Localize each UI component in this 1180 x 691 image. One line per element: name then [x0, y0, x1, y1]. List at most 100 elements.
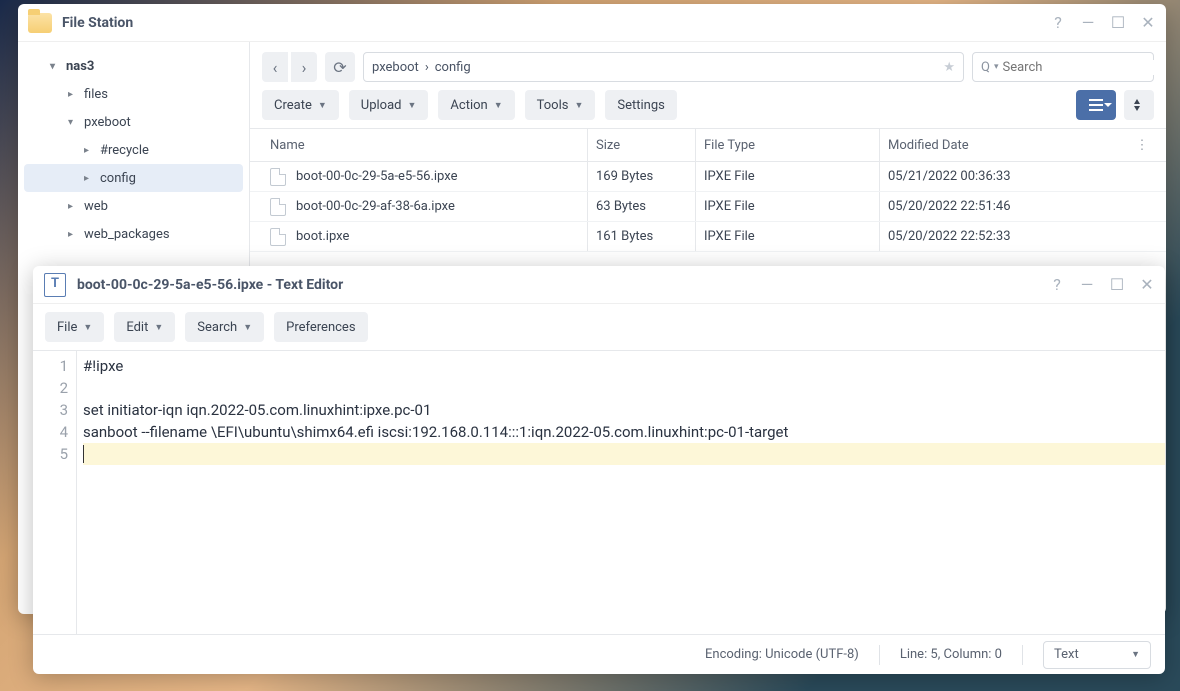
col-file-type[interactable]: File Type — [696, 129, 880, 161]
file-size: 169 Bytes — [588, 162, 696, 191]
btn-label: Create — [274, 98, 312, 113]
tree-item-web-packages[interactable]: ▸web_packages — [18, 220, 249, 248]
preferences-button[interactable]: Preferences — [274, 312, 367, 342]
folder-icon — [28, 11, 52, 35]
text-editor-icon — [43, 273, 67, 297]
list-icon — [1089, 99, 1103, 111]
edit-menu[interactable]: Edit▼ — [114, 312, 175, 342]
close-icon[interactable]: ✕ — [1140, 15, 1156, 31]
tree-item-files[interactable]: ▸files — [18, 80, 249, 108]
caret-down-icon: ▼ — [494, 100, 503, 111]
menu-label: Search — [197, 320, 237, 335]
file-name: boot-00-0c-29-5a-e5-56.ipxe — [296, 169, 457, 184]
menu-label: Preferences — [286, 320, 355, 335]
tree-root-label: nas3 — [66, 59, 94, 74]
search-icon: Q — [981, 60, 990, 75]
search-input[interactable] — [1002, 60, 1166, 75]
btn-label: Settings — [617, 98, 664, 113]
tree-item-config[interactable]: ▸config — [24, 164, 243, 192]
editor[interactable]: 12345 #!ipxe set initiator-iqn iqn.2022-0… — [33, 350, 1165, 634]
table-row[interactable]: boot-00-0c-29-5a-e5-56.ipxe 169 BytesIPXE… — [250, 162, 1166, 192]
close-icon[interactable]: ✕ — [1139, 277, 1155, 293]
search-menu[interactable]: Search ▼ — [185, 312, 264, 342]
breadcrumb-segment[interactable]: config — [435, 60, 471, 75]
file-icon — [270, 198, 286, 216]
tree-item-web[interactable]: ▸web — [18, 192, 249, 220]
tree-item-pxeboot[interactable]: ▾pxeboot — [18, 108, 249, 136]
btn-label: Tools — [537, 98, 569, 113]
file-type: IPXE File — [696, 192, 880, 221]
mode-label: Text — [1054, 647, 1079, 662]
reload-button[interactable]: ⟳ — [325, 52, 355, 82]
btn-label: Upload — [361, 98, 402, 113]
text-cursor — [83, 445, 84, 463]
tree-label: config — [100, 171, 136, 186]
help-icon[interactable]: ? — [1050, 15, 1066, 31]
code-line[interactable] — [83, 443, 1165, 465]
breadcrumb-segment[interactable]: pxeboot — [372, 60, 419, 75]
col-size[interactable]: Size — [588, 129, 696, 161]
minimize-icon[interactable]: — — [1079, 277, 1095, 293]
syntax-mode-select[interactable]: Text ▼ — [1043, 641, 1151, 669]
action-button[interactable]: Action ▼ — [438, 90, 514, 120]
code-line[interactable] — [83, 377, 1165, 399]
settings-button[interactable]: Settings — [605, 90, 676, 120]
table-row[interactable]: boot-00-0c-29-af-38-6a.ipxe63 BytesIPXE … — [250, 192, 1166, 222]
star-icon[interactable]: ★ — [943, 60, 955, 75]
te-title: boot-00-0c-29-5a-e5-56.ipxe - Text Edito… — [77, 277, 1049, 293]
btn-label: Action — [450, 98, 487, 113]
caret-down-icon: ▼ — [1131, 649, 1140, 660]
file-type: IPXE File — [696, 162, 880, 191]
code-line[interactable]: #!ipxe — [83, 355, 1165, 377]
tree-label: web — [84, 199, 108, 214]
tree-root[interactable]: ▾ nas3 — [18, 52, 249, 80]
breadcrumb-sep: › — [425, 60, 429, 75]
column-options-icon[interactable]: ⋮ — [1130, 138, 1154, 153]
separator — [1022, 645, 1023, 665]
maximize-icon[interactable]: ☐ — [1109, 277, 1125, 293]
caret-down-icon: ▼ — [83, 322, 92, 333]
file-modified: 05/20/2022 22:51:46 — [880, 199, 1130, 214]
line-number-gutter: 12345 — [33, 351, 77, 634]
file-list: boot-00-0c-29-5a-e5-56.ipxe169 BytesIPXE… — [250, 162, 1166, 252]
file-name: boot-00-0c-29-af-38-6a.ipxe — [296, 199, 455, 214]
menu-label: File — [57, 320, 77, 335]
status-bar: Encoding: Unicode (UTF-8) Line: 5, Colum… — [33, 634, 1165, 674]
code-line[interactable]: set initiator-iqn iqn.2022-05.com.linuxh… — [83, 399, 1165, 421]
search-box[interactable]: Q▾ — [972, 52, 1154, 82]
nav-forward-button[interactable]: › — [291, 52, 317, 82]
col-name[interactable]: Name — [262, 129, 588, 161]
table-header: Name Size File Type Modified Date ⋮ — [250, 128, 1166, 162]
sort-icon — [1131, 97, 1147, 113]
col-modified-date[interactable]: Modified Date — [880, 138, 1130, 153]
file-type: IPXE File — [696, 222, 880, 251]
sort-button[interactable] — [1124, 90, 1154, 120]
te-titlebar: boot-00-0c-29-5a-e5-56.ipxe - Text Edito… — [33, 266, 1165, 304]
maximize-icon[interactable]: ☐ — [1110, 15, 1126, 31]
tree-label: web_packages — [84, 227, 170, 242]
minimize-icon[interactable]: — — [1080, 15, 1096, 31]
search-caret-icon[interactable]: ▾ — [994, 62, 999, 72]
caret-down-icon: ▼ — [243, 322, 252, 333]
code-line[interactable]: sanboot --filename \EFI\ubuntu\shimx64.e… — [83, 421, 1165, 443]
tools-button[interactable]: Tools▼ — [525, 90, 596, 120]
menu-label: Edit — [126, 320, 148, 335]
tree-item-recycle[interactable]: ▸#recycle — [18, 136, 249, 164]
tree-label: pxeboot — [84, 115, 131, 130]
file-icon — [270, 228, 286, 246]
create-button[interactable]: Create▼ — [262, 90, 339, 120]
separator — [879, 645, 880, 665]
encoding-label: Encoding: Unicode (UTF-8) — [705, 647, 859, 662]
upload-button[interactable]: Upload▼ — [349, 90, 429, 120]
table-row[interactable]: boot.ipxe161 BytesIPXE File05/20/2022 22… — [250, 222, 1166, 252]
nav-back-button[interactable]: ‹ — [262, 52, 288, 82]
fs-titlebar: File Station ? — ☐ ✕ — [18, 4, 1166, 42]
tree-label: #recycle — [100, 143, 149, 158]
code-area[interactable]: #!ipxe set initiator-iqn iqn.2022-05.com.… — [77, 351, 1165, 634]
file-menu[interactable]: File ▼ — [45, 312, 104, 342]
help-icon[interactable]: ? — [1049, 277, 1065, 293]
caret-down-icon: ▾ — [50, 61, 60, 72]
text-editor-window: boot-00-0c-29-5a-e5-56.ipxe - Text Edito… — [33, 266, 1165, 674]
breadcrumb[interactable]: pxeboot › config ★ — [363, 52, 964, 82]
list-view-button[interactable] — [1076, 90, 1116, 120]
